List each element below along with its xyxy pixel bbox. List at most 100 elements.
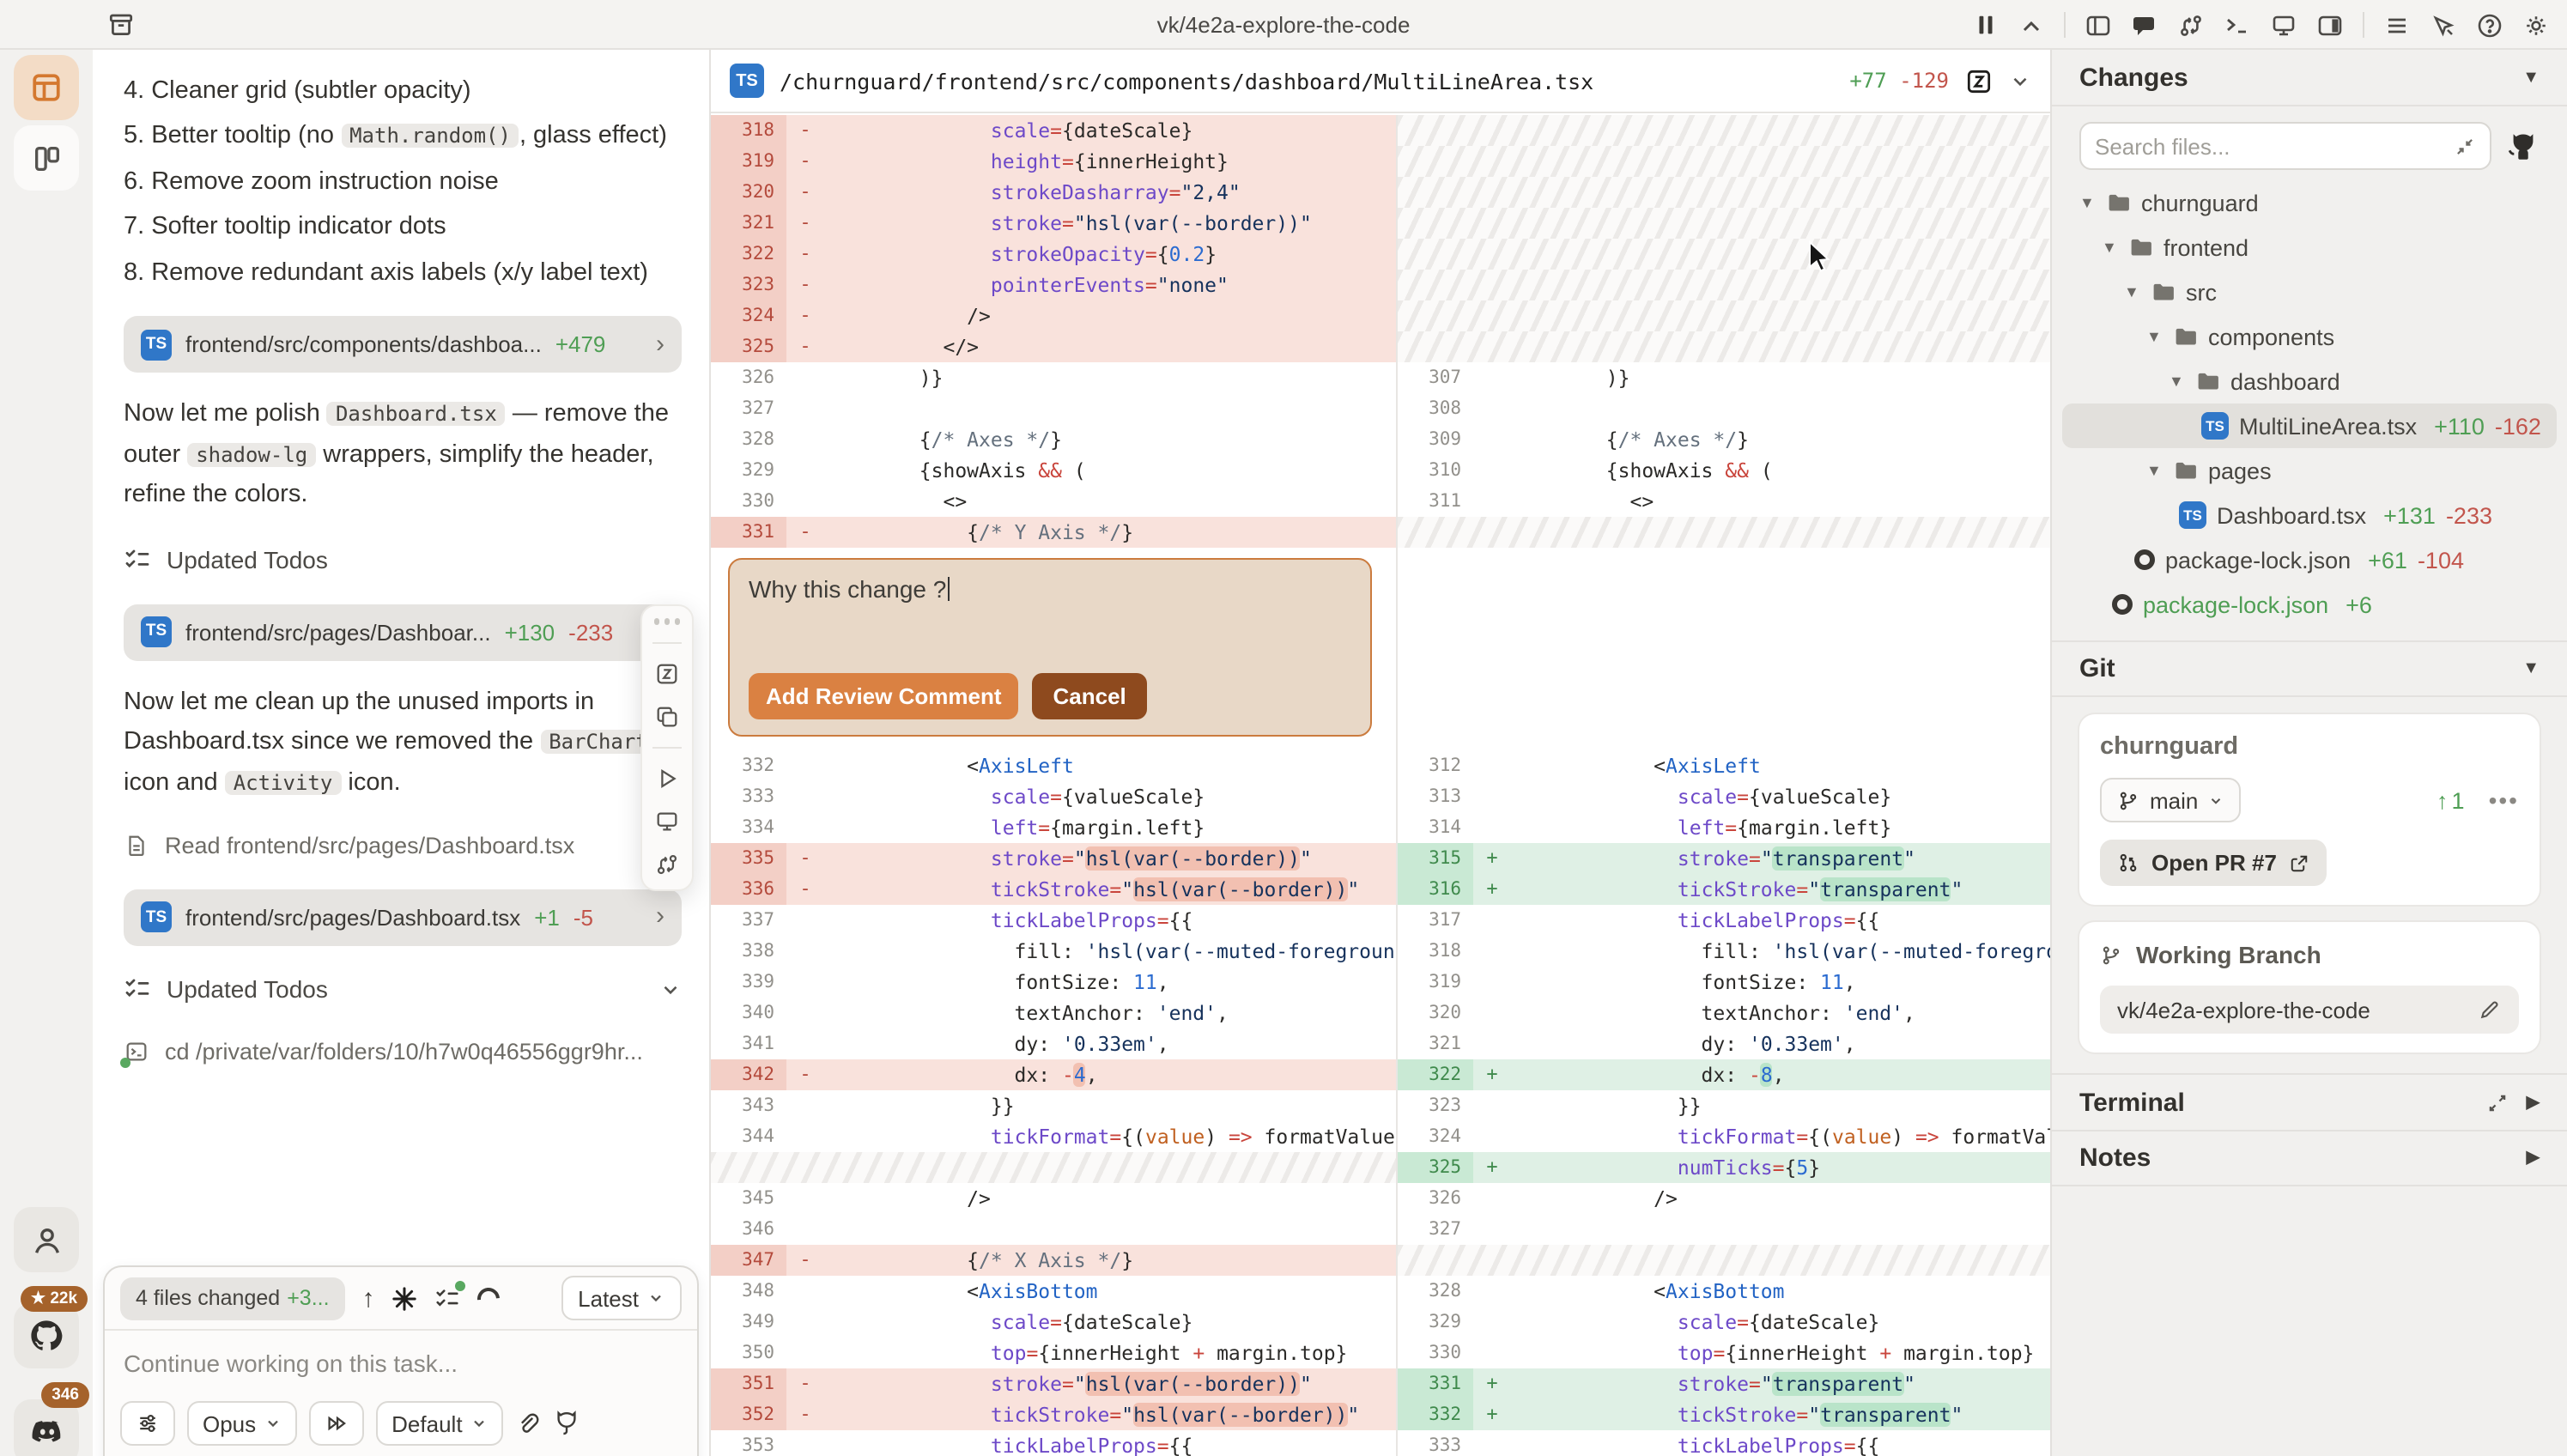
git-section-header[interactable]: Git▼ (2052, 640, 2567, 697)
copy-icon[interactable] (654, 703, 680, 729)
review-comment-box[interactable]: Why this change ? Add Review Comment Cance… (728, 558, 1372, 737)
repo-card: churnguard main ↑1 ••• Open PR #7 (2079, 714, 2540, 905)
message-input[interactable]: Continue working on this task... (105, 1331, 697, 1387)
git-compare-icon[interactable] (2177, 11, 2205, 39)
tree-item-pages[interactable]: ▼pages (2062, 448, 2557, 493)
github-cat-icon[interactable] (2507, 130, 2540, 162)
chat-bubble-icon[interactable] (2131, 11, 2158, 39)
discord-members-badge: 346 (41, 1382, 89, 1408)
tree-item-dashboard[interactable]: ▼dashboard (2062, 359, 2557, 403)
layout-panel-icon[interactable] (14, 55, 79, 120)
archive-icon[interactable] (106, 10, 136, 39)
diff-row: 351- stroke="hsl(var(--border))"331+ str… (711, 1368, 2050, 1399)
attach-paperclip-icon[interactable] (516, 1410, 542, 1436)
panel-left-icon[interactable] (2085, 11, 2112, 39)
github-cat-icon[interactable] (554, 1410, 581, 1437)
tree-item-frontend[interactable]: ▼frontend (2062, 225, 2557, 270)
tree-item-src[interactable]: ▼src (2062, 270, 2557, 314)
account-icon[interactable] (14, 1207, 79, 1272)
comment-text-input[interactable]: Why this change ? (749, 575, 1351, 603)
diff-body[interactable]: 318- scale={dateScale}319- height={inner… (711, 115, 2050, 1456)
cancel-button[interactable]: Cancel (1033, 673, 1147, 719)
search-files-input[interactable] (2095, 133, 2454, 159)
help-icon[interactable] (2476, 11, 2503, 39)
changes-section-header[interactable]: Changes▼ (2052, 50, 2567, 106)
diff-row: 332 <AxisLeft312 <AxisLeft (711, 750, 2050, 781)
chevron-down-icon[interactable] (659, 978, 682, 1000)
more-options-icon[interactable]: ••• (2489, 786, 2519, 814)
updated-todos-row[interactable]: Updated Todos (124, 541, 682, 579)
latest-dropdown[interactable]: Latest (561, 1276, 682, 1320)
todos-status-icon[interactable] (435, 1285, 461, 1311)
tree-item-package-lock-json[interactable]: package-lock.json+61-104 (2062, 537, 2557, 582)
github-icon[interactable]: ★ 22k (14, 1303, 79, 1368)
terminal-command-row[interactable]: cd /private/var/folders/10/h7w0q46556ggr… (124, 1033, 682, 1071)
menu-icon[interactable] (2383, 11, 2411, 39)
expand-icon[interactable] (2487, 1091, 2509, 1113)
file-search[interactable] (2079, 122, 2491, 170)
folder-icon (2151, 280, 2176, 304)
updated-todos-row[interactable]: Updated Todos (124, 970, 682, 1009)
diff-view-icon[interactable] (654, 660, 680, 686)
panel-right-icon[interactable] (2316, 11, 2344, 39)
mode-dropdown[interactable]: Default (376, 1401, 503, 1446)
kanban-board-icon[interactable] (14, 125, 79, 191)
branch-dropdown[interactable]: main (2100, 778, 2241, 822)
drag-handle[interactable] (654, 618, 681, 624)
chevron-right-icon[interactable]: ▶ (2527, 1149, 2540, 1168)
collapse-caret-icon: ▼ (2522, 68, 2540, 87)
pause-icon[interactable] (1973, 12, 1999, 38)
commits-ahead[interactable]: ↑1 (2437, 787, 2465, 813)
working-branch-field[interactable]: vk/4e2a-explore-the-code (2100, 986, 2519, 1034)
discord-icon[interactable]: 346 (14, 1399, 79, 1456)
open-pr-button[interactable]: Open PR #7 (2100, 840, 2327, 886)
diff-row: 334 left={margin.left}314 left={margin.l… (711, 812, 2050, 843)
diff-row: 327308 (711, 393, 2050, 424)
file-change-chip[interactable]: TSfrontend/src/pages/Dashboar...+130-233… (124, 604, 682, 660)
tree-item-package-lock-json[interactable]: package-lock.json+6 (2062, 582, 2557, 627)
assistant-text: 5. Better tooltip (no Math.random(), gla… (124, 118, 682, 158)
edit-pencil-icon[interactable] (2478, 998, 2502, 1022)
diff-row: 323- pointerEvents="none" (711, 270, 2050, 300)
diff-file-path: /churnguard/frontend/src/components/dash… (780, 68, 1593, 94)
settings-sliders-button[interactable] (120, 1401, 175, 1446)
notes-section-header[interactable]: Notes ▶ (2052, 1130, 2567, 1186)
diff-row: 321- stroke="hsl(var(--border))" (711, 208, 2050, 239)
caret-down-icon: ▼ (2102, 239, 2119, 256)
chevron-down-icon[interactable] (2009, 70, 2031, 92)
diff-view-icon[interactable] (1964, 66, 1994, 95)
tree-item-multilinearea-tsx[interactable]: TSMultiLineArea.tsx+110-162 (2062, 403, 2557, 448)
ts-icon: TS (141, 616, 172, 647)
chat-panel: 4. Cleaner grid (subtler opacity) 5. Bett… (93, 50, 711, 1456)
scroll-up-icon[interactable]: ↑ (362, 1283, 375, 1313)
collapse-tree-icon[interactable] (2454, 135, 2476, 157)
git-compare-icon[interactable] (654, 851, 680, 877)
github-stars-badge: ★ 22k (21, 1286, 88, 1312)
read-file-row[interactable]: Read frontend/src/pages/Dashboard.tsx (124, 828, 682, 865)
tree-item-components[interactable]: ▼components (2062, 314, 2557, 359)
files-changed-chip[interactable]: 4 files changed+3... (120, 1277, 345, 1320)
caret-down-icon: ▼ (2169, 373, 2186, 390)
terminal-icon[interactable] (2224, 11, 2251, 39)
spark-icon[interactable] (392, 1285, 418, 1311)
monitor-icon[interactable] (2270, 11, 2297, 39)
collapse-icon[interactable] (2018, 11, 2045, 39)
file-change-chip[interactable]: TSfrontend/src/components/dashboa...+479… (124, 317, 682, 373)
assistant-text: 4. Cleaner grid (subtler opacity) (124, 72, 682, 112)
tree-item-dashboard-tsx[interactable]: TSDashboard.tsx+131-233 (2062, 493, 2557, 537)
tree-item-churnguard[interactable]: ▼churnguard (2062, 180, 2557, 225)
chevron-right-icon[interactable]: ▶ (2527, 1093, 2540, 1112)
file-change-chip[interactable]: TSfrontend/src/pages/Dashboard.tsx+1-5› (124, 889, 682, 946)
pointer-share-icon[interactable] (2430, 11, 2457, 39)
diff-row: 340 textAnchor: 'end',320 textAnchor: 'e… (711, 998, 2050, 1028)
add-review-comment-button[interactable]: Add Review Comment (749, 673, 1019, 719)
window-titlebar: vk/4e2a-explore-the-code (0, 0, 2567, 50)
diff-row: 345 />326 /> (711, 1183, 2050, 1214)
monitor-icon[interactable] (654, 808, 680, 834)
play-icon[interactable] (654, 765, 680, 791)
terminal-section-header[interactable]: Terminal ▶ (2052, 1073, 2567, 1130)
diff-row: 325- </> (711, 331, 2050, 362)
model-dropdown[interactable]: Opus (187, 1401, 297, 1446)
settings-gear-icon[interactable] (2522, 11, 2550, 39)
fast-forward-button[interactable] (309, 1401, 364, 1446)
